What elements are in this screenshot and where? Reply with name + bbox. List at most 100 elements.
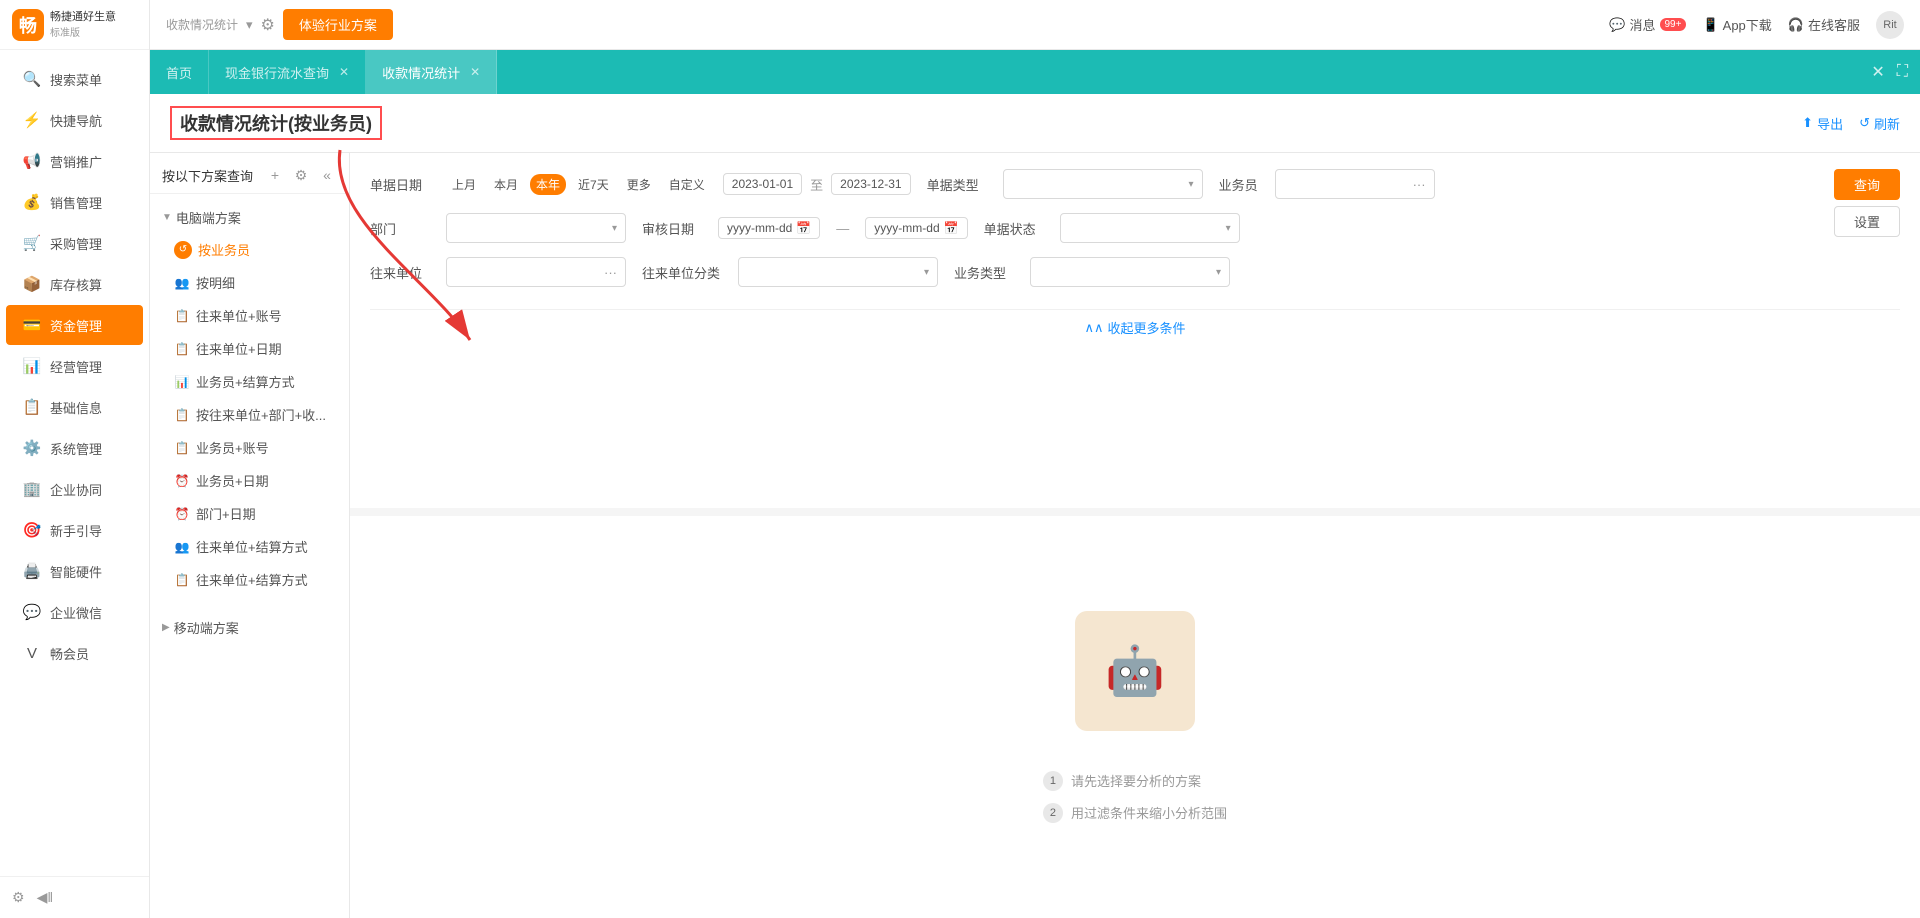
logo-name: 畅捷通好生意 (50, 10, 116, 24)
sidebar-item-wechat[interactable]: 💬 企业微信 (6, 592, 143, 632)
query-button[interactable]: 查询 (1834, 169, 1900, 200)
date-to-input[interactable]: 2023-12-31 (831, 173, 910, 195)
collapse-filter-bar[interactable]: ∧∧ 收起更多条件 (370, 309, 1900, 345)
scheme-settings-btn[interactable]: ⚙ (291, 165, 311, 185)
collapse-sidebar-icon[interactable]: ◀‖ (37, 889, 54, 906)
doc-status-input[interactable]: ▾ (1060, 213, 1240, 243)
nav-label-quick-nav: 快捷导航 (50, 111, 102, 130)
settings-button[interactable]: 设置 (1834, 206, 1900, 237)
tab-receipt-stats-label: 收款情况统计 (382, 63, 460, 82)
sidebar-item-system[interactable]: ⚙️ 系统管理 (6, 428, 143, 468)
sidebar-item-enterprise[interactable]: 🏢 企业协同 (6, 469, 143, 509)
messages-btn[interactable]: 💬 消息 99+ (1609, 15, 1686, 34)
sidebar-item-hardware[interactable]: 🖨️ 智能硬件 (6, 551, 143, 591)
service-icon: 🎧 (1788, 17, 1804, 33)
nav-label-hardware: 智能硬件 (50, 562, 102, 581)
tab-bank-flow-close[interactable]: ✕ (339, 65, 349, 79)
scheme-add-btn[interactable]: + (265, 165, 285, 185)
biz-type-chevron: ▾ (1216, 267, 1221, 278)
settings-footer-icon[interactable]: ⚙ (12, 889, 25, 906)
nav-icon-wechat: 💬 (22, 602, 42, 622)
date-tab-last7[interactable]: 近7天 (572, 174, 615, 195)
date-tab-this-year[interactable]: 本年 (530, 174, 566, 195)
scheme-item-salesperson-date[interactable]: ⏰ 业务员+日期 (150, 464, 349, 497)
sidebar-item-basic-info[interactable]: 📋 基础信息 (6, 387, 143, 427)
biz-type-input[interactable]: ▾ (1030, 257, 1230, 287)
scheme-item-dept-date[interactable]: ⏰ 部门+日期 (150, 497, 349, 530)
filter-action-buttons: 查询 设置 (1834, 169, 1900, 237)
desktop-group-arrow: ▼ (162, 212, 172, 223)
scheme-item-salesperson-payment[interactable]: 📊 业务员+结算方式 (150, 365, 349, 398)
dd-icon: ⏰ (174, 506, 190, 522)
detail-icon: 👥 (174, 275, 190, 291)
review-date-from[interactable]: yyyy-mm-dd 📅 (718, 217, 820, 239)
doc-type-label: 单据类型 (927, 175, 987, 194)
header-settings-icon[interactable]: ⚙ (261, 15, 275, 35)
export-icon: ⬆ (1802, 115, 1813, 131)
scheme-item-counterpart-date[interactable]: 📋 往来单位+日期 (150, 332, 349, 365)
scheme-item-counterpart-dept[interactable]: 📋 按往来单位+部门+收... (150, 398, 349, 431)
nav-icon-guide: 🎯 (22, 520, 42, 540)
scheme-collapse-btn[interactable]: « (317, 165, 337, 185)
dept-chevron: ▾ (612, 223, 617, 234)
cpd-icon: 📋 (174, 407, 190, 423)
sidebar-item-sales[interactable]: 💰 销售管理 (6, 182, 143, 222)
salesperson-label: 业务员 (1219, 175, 1259, 194)
salesperson-input[interactable]: ··· (1275, 169, 1435, 199)
scheme-item-by-detail[interactable]: 👥 按明细 (150, 266, 349, 299)
tab-close-all-icon[interactable]: ✕ (1871, 62, 1884, 82)
tab-bank-flow[interactable]: 现金银行流水查询 ✕ (209, 50, 366, 94)
counterpart-input[interactable]: ··· (446, 257, 626, 287)
trial-button[interactable]: 体验行业方案 (283, 9, 393, 40)
date-tab-last-month[interactable]: 上月 (446, 174, 482, 195)
date-tab-this-month[interactable]: 本月 (488, 174, 524, 195)
scheme-group-desktop-title[interactable]: ▼ 电脑端方案 (150, 202, 349, 233)
tab-receipt-stats[interactable]: 收款情况统计 ✕ (366, 50, 497, 94)
scheme-item-cp-payment2[interactable]: 👥 往来单位+结算方式 (150, 530, 349, 563)
dept-label: 部门 (370, 219, 430, 238)
date-tab-more[interactable]: 更多 (621, 174, 657, 195)
salesperson-more-icon: ··· (1413, 177, 1426, 192)
logo-edition: 标准版 (50, 24, 116, 39)
app-download-btn[interactable]: 📱 App下载 (1702, 15, 1771, 34)
date-tab-custom[interactable]: 自定义 (663, 174, 711, 195)
dept-input[interactable]: ▾ (446, 213, 626, 243)
header-dropdown-icon[interactable]: ▾ (246, 17, 253, 33)
export-btn[interactable]: ⬆ 导出 (1802, 114, 1843, 133)
doc-type-input[interactable]: ▾ (1003, 169, 1203, 199)
sidebar-item-quick-nav[interactable]: ⚡ 快捷导航 (6, 100, 143, 140)
empty-illustration: 🤖 (1075, 611, 1195, 731)
scheme-group-mobile-title[interactable]: ▶ 移动端方案 (150, 612, 349, 643)
refresh-btn[interactable]: ↺ 刷新 (1859, 114, 1900, 133)
sidebar-item-operations[interactable]: 📊 经营管理 (6, 346, 143, 386)
sidebar-item-search[interactable]: 🔍 搜索菜单 (6, 59, 143, 99)
nav-icon-operations: 📊 (22, 356, 42, 376)
scheme-item-cp-payment3[interactable]: 📋 往来单位+结算方式 (150, 563, 349, 596)
cp-category-chevron: ▾ (924, 267, 929, 278)
date-from-input[interactable]: 2023-01-01 (723, 173, 802, 195)
collapse-arrow-icon: ∧∧ (1084, 320, 1103, 336)
tab-home[interactable]: 首页 (150, 50, 209, 94)
sidebar-item-member[interactable]: V 畅会员 (6, 633, 143, 673)
scheme-item-by-salesperson[interactable]: ↺ 按业务员 (150, 233, 349, 266)
counterpart-category-input[interactable]: ▾ (738, 257, 938, 287)
sidebar-item-purchase[interactable]: 🛒 采购管理 (6, 223, 143, 263)
online-service-btn[interactable]: 🎧 在线客服 (1788, 15, 1860, 34)
review-to-value: yyyy-mm-dd (874, 221, 939, 235)
tab-receipt-stats-close[interactable]: ✕ (470, 65, 480, 79)
sidebar-item-guide[interactable]: 🎯 新手引导 (6, 510, 143, 550)
scheme-item-counterpart-account[interactable]: 📋 往来单位+账号 (150, 299, 349, 332)
scheme-item-ca-label: 往来单位+账号 (196, 306, 282, 325)
sidebar-item-marketing[interactable]: 📢 营销推广 (6, 141, 143, 181)
biz-type-label: 业务类型 (954, 263, 1014, 282)
review-date-to[interactable]: yyyy-mm-dd 📅 (865, 217, 967, 239)
main-area: 收款情况统计 ▾ ⚙ 体验行业方案 💬 消息 99+ 📱 App下载 🎧 在线客… (150, 0, 1920, 918)
nav-label-search: 搜索菜单 (50, 70, 102, 89)
user-avatar[interactable]: Rit (1876, 11, 1904, 39)
hint-num-2: 2 (1043, 803, 1063, 823)
scheme-item-salesperson-account[interactable]: 📋 业务员+账号 (150, 431, 349, 464)
sidebar-item-finance[interactable]: 💳 资金管理 (6, 305, 143, 345)
logo-icon: 畅 (12, 9, 44, 41)
sidebar-item-inventory[interactable]: 📦 库存核算 (6, 264, 143, 304)
tab-maximize-icon[interactable]: ⛶ (1897, 63, 1908, 81)
